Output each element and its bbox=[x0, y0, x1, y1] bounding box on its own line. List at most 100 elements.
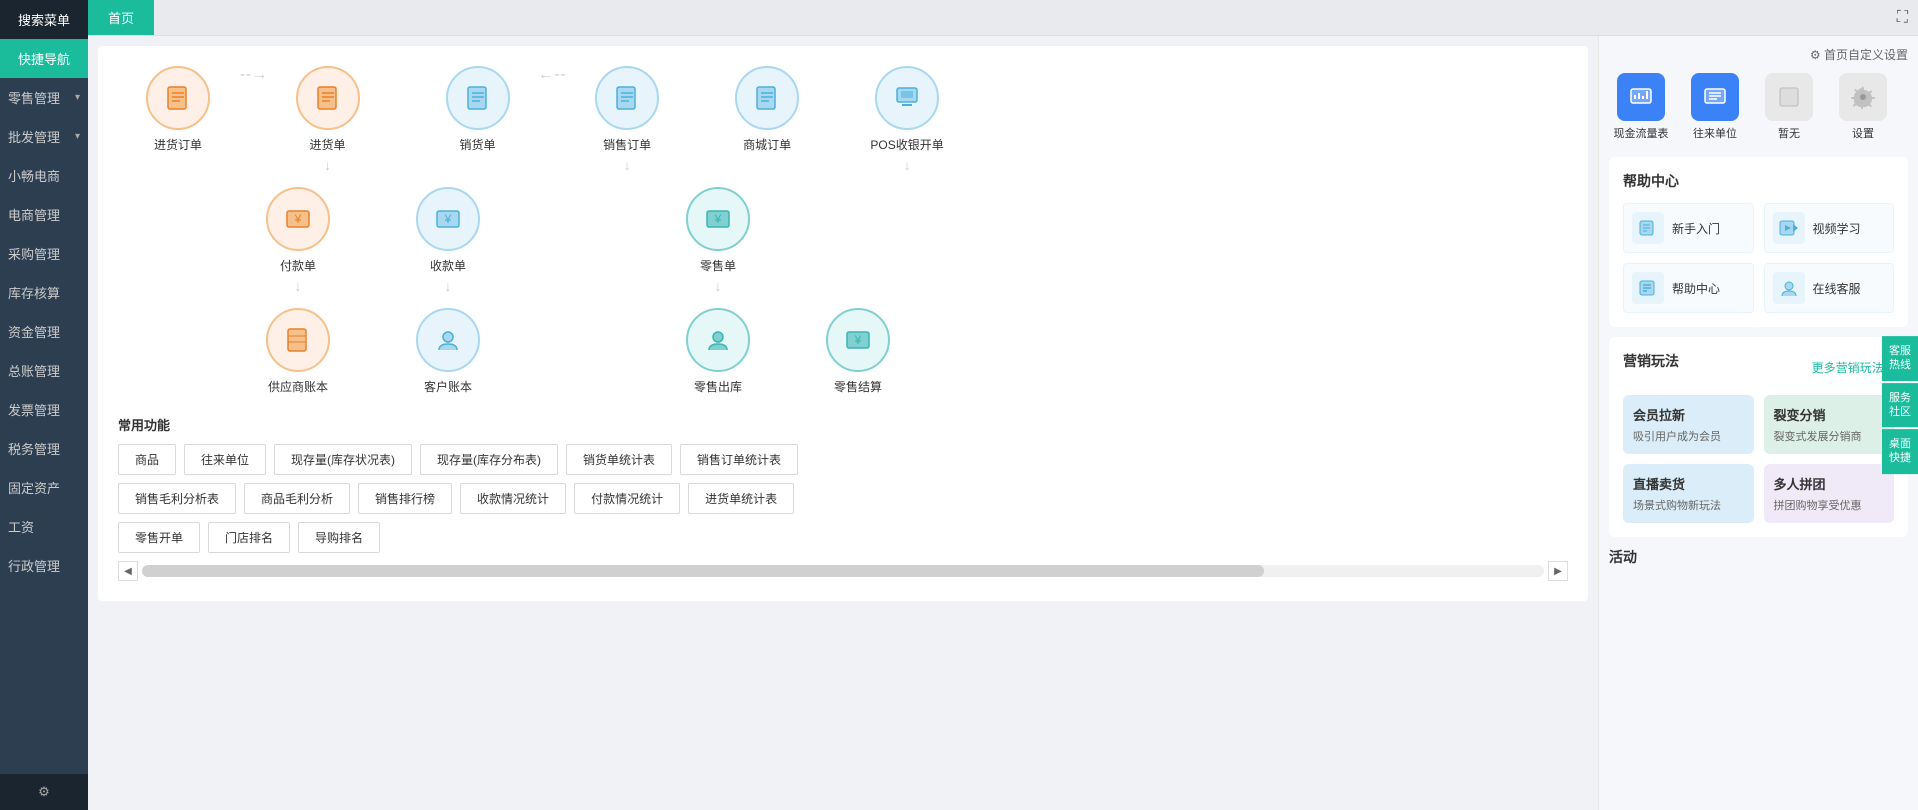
settings-icon-box bbox=[1839, 73, 1887, 121]
func-btn-store-rank[interactable]: 门店排名 bbox=[208, 522, 290, 553]
sidebar-item-ecommerce-small[interactable]: 小畅电商 bbox=[0, 156, 88, 195]
sidebar-item-payroll[interactable]: 工资 bbox=[0, 507, 88, 546]
arrow-right-1: - - → bbox=[240, 66, 266, 106]
flow-node-customer-ledger[interactable]: 客户账本 bbox=[388, 308, 508, 395]
marketing-grid: 会员拉新 吸引用户成为会员 裂变分销 裂变式发展分销商 直播卖货 场景式购物新玩… bbox=[1623, 395, 1894, 523]
arrow-left-sales: - - → bbox=[540, 66, 566, 106]
func-btn-guide-rank[interactable]: 导购排名 bbox=[298, 522, 380, 553]
receipt-icon: ¥ bbox=[416, 187, 480, 251]
purchase-order-icon bbox=[146, 66, 210, 130]
sidebar-item-inventory[interactable]: 库存核算 bbox=[0, 273, 88, 312]
sidebar-item-general-ledger[interactable]: 总账管理 bbox=[0, 351, 88, 390]
float-btn-service[interactable]: 客服 热线 bbox=[1882, 336, 1918, 381]
sidebar-item-finance[interactable]: 资金管理 bbox=[0, 312, 88, 351]
svg-text:¥: ¥ bbox=[444, 212, 452, 226]
flow-node-supplier-ledger[interactable]: 供应商账本 bbox=[238, 308, 358, 395]
quick-icon-empty[interactable]: 暂无 bbox=[1757, 73, 1821, 141]
scroll-left-button[interactable]: ◀ bbox=[118, 561, 138, 581]
flow-node-pos[interactable]: POS收银开单 bbox=[847, 66, 967, 153]
func-btn-receipt-stat[interactable]: 收款情况统计 bbox=[460, 483, 566, 514]
sidebar-item-ecommerce[interactable]: 电商管理 bbox=[0, 195, 88, 234]
sidebar-item-invoice[interactable]: 发票管理 bbox=[0, 390, 88, 429]
flow-node-retail-order[interactable]: ¥ 零售单 bbox=[658, 187, 778, 274]
partner-icon-box bbox=[1691, 73, 1739, 121]
func-btn-product-profit[interactable]: 商品毛利分析 bbox=[244, 483, 350, 514]
help-center-title: 帮助中心 bbox=[1623, 171, 1894, 191]
marketing-item-member[interactable]: 会员拉新 吸引用户成为会员 bbox=[1623, 395, 1754, 454]
scroll-track[interactable] bbox=[142, 565, 1544, 577]
quick-icon-partner[interactable]: 往来单位 bbox=[1683, 73, 1747, 141]
func-btn-partner[interactable]: 往来单位 bbox=[184, 444, 266, 475]
down-arrow-payment: ↓ bbox=[295, 274, 302, 298]
flow-node-payment[interactable]: ¥ 付款单 bbox=[238, 187, 358, 274]
retail-settle-icon: ¥ bbox=[826, 308, 890, 372]
flow-node-receipt[interactable]: ¥ 收款单 bbox=[388, 187, 508, 274]
svg-text:¥: ¥ bbox=[294, 212, 302, 226]
sidebar-item-purchase[interactable]: 采购管理 bbox=[0, 234, 88, 273]
quick-icon-settings[interactable]: 设置 bbox=[1831, 73, 1895, 141]
flow-node-purchase[interactable]: 进货单 bbox=[268, 66, 388, 153]
flow-node-sales[interactable]: 销货单 bbox=[418, 66, 538, 153]
marketing-item-live[interactable]: 直播卖货 场景式购物新玩法 bbox=[1623, 464, 1754, 523]
marketing-header: 营销玩法 更多营销玩法 > bbox=[1623, 351, 1894, 383]
tab-home[interactable]: 首页 bbox=[88, 0, 154, 35]
float-btn-community[interactable]: 服务 社区 bbox=[1882, 383, 1918, 428]
flow-col-xiaohuo-dan: 销货单 bbox=[418, 66, 538, 153]
beginner-icon bbox=[1632, 212, 1664, 244]
marketing-item-group-buy[interactable]: 多人拼团 拼团购物享受优惠 bbox=[1764, 464, 1895, 523]
pos-icon bbox=[875, 66, 939, 130]
flow-col-sales-order: 销售订单 ↓ bbox=[567, 66, 687, 177]
chevron-down-icon: ▾ bbox=[75, 131, 80, 142]
func-btn-payment-stat[interactable]: 付款情况统计 bbox=[574, 483, 680, 514]
scroll-thumb bbox=[142, 565, 1264, 577]
sidebar-search[interactable]: 搜索菜单 bbox=[0, 0, 88, 39]
flow-col-supplier-ledger: 供应商账本 bbox=[238, 308, 358, 395]
service-icon bbox=[1773, 272, 1805, 304]
func-btn-sales-order-stat[interactable]: 销售订单统计表 bbox=[680, 444, 798, 475]
sidebar-item-retail[interactable]: 零售管理 ▾ bbox=[0, 78, 88, 117]
sidebar-item-admin[interactable]: 行政管理 bbox=[0, 546, 88, 585]
scroll-right-button[interactable]: ▶ bbox=[1548, 561, 1568, 581]
help-item-beginner[interactable]: 新手入门 bbox=[1623, 203, 1754, 253]
helpcenter-icon bbox=[1632, 272, 1664, 304]
customize-settings[interactable]: ⚙ 首页自定义设置 bbox=[1609, 46, 1908, 63]
flow-node-purchase-order[interactable]: 进货订单 bbox=[118, 66, 238, 153]
down-arrow-retail-order: ↓ bbox=[715, 274, 722, 298]
flow-node-mall-order[interactable]: 商城订单 bbox=[707, 66, 827, 153]
sidebar-quicknav[interactable]: 快捷导航 bbox=[0, 39, 88, 78]
sidebar-item-fixed-assets[interactable]: 固定资产 bbox=[0, 468, 88, 507]
cashflow-icon-box bbox=[1617, 73, 1665, 121]
flow-col-pos: POS收银开单 ↓ bbox=[847, 66, 967, 177]
func-btn-purchase-stat[interactable]: 进货单统计表 bbox=[688, 483, 794, 514]
mall-order-icon bbox=[735, 66, 799, 130]
func-btn-product[interactable]: 商品 bbox=[118, 444, 176, 475]
func-buttons-row1: 商品 往来单位 现存量(库存状况表) 现存量(库存分布表) 销货单统计表 销售订… bbox=[118, 444, 1568, 475]
flow-node-retail-out[interactable]: 零售出库 bbox=[658, 308, 778, 395]
flow-col-retail-settle: ¥ 零售结算 bbox=[798, 308, 918, 395]
payment-icon: ¥ bbox=[266, 187, 330, 251]
float-btn-desktop[interactable]: 桌面 快捷 bbox=[1882, 429, 1918, 474]
flow-node-retail-settle[interactable]: ¥ 零售结算 bbox=[798, 308, 918, 395]
func-btn-sales-profit[interactable]: 销售毛利分析表 bbox=[118, 483, 236, 514]
tab-expand-icon[interactable]: ⛶ bbox=[1887, 9, 1918, 27]
sidebar-item-wholesale[interactable]: 批发管理 ▾ bbox=[0, 117, 88, 156]
help-grid: 新手入门 视频学习 bbox=[1623, 203, 1894, 313]
flow-node-sales-order[interactable]: 销售订单 bbox=[567, 66, 687, 153]
help-item-service[interactable]: 在线客服 bbox=[1764, 263, 1895, 313]
sales-order-icon bbox=[595, 66, 659, 130]
marketing-item-fission[interactable]: 裂变分销 裂变式发展分销商 bbox=[1764, 395, 1895, 454]
help-item-video[interactable]: 视频学习 bbox=[1764, 203, 1895, 253]
flow-col-jinhuo-order: 进货订单 bbox=[118, 66, 238, 153]
flow-col-payment: ¥ 付款单 ↓ bbox=[238, 187, 358, 298]
quick-icon-cashflow[interactable]: 现金流量表 bbox=[1609, 73, 1673, 141]
marketing-card: 营销玩法 更多营销玩法 > 会员拉新 吸引用户成为会员 裂变分销 裂变式发展分销… bbox=[1609, 337, 1908, 537]
sidebar-settings-button[interactable]: ⚙ bbox=[0, 774, 88, 810]
func-btn-stock-status[interactable]: 现存量(库存状况表) bbox=[274, 444, 412, 475]
func-btn-stock-dist[interactable]: 现存量(库存分布表) bbox=[420, 444, 558, 475]
left-panel: 进货订单 - - → bbox=[88, 36, 1598, 810]
help-item-helpcenter[interactable]: 帮助中心 bbox=[1623, 263, 1754, 313]
func-btn-sales-stat[interactable]: 销货单统计表 bbox=[566, 444, 672, 475]
sidebar-item-tax[interactable]: 税务管理 bbox=[0, 429, 88, 468]
func-btn-retail-open[interactable]: 零售开单 bbox=[118, 522, 200, 553]
func-btn-sales-rank[interactable]: 销售排行榜 bbox=[358, 483, 452, 514]
